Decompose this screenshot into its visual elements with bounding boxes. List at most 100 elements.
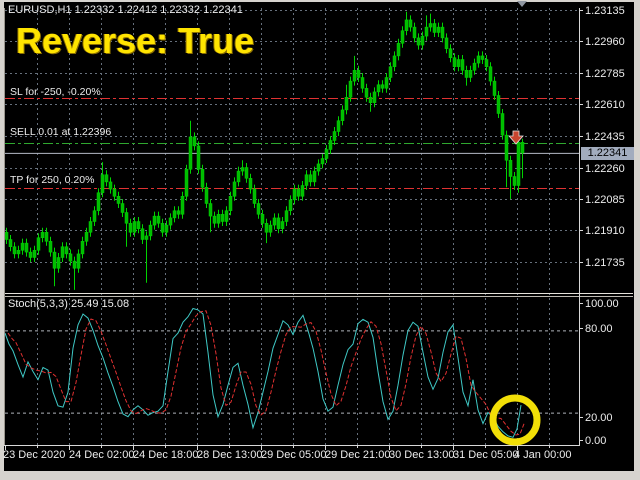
price-axis-label: 1.22435 [585,131,625,143]
candle-body [512,176,517,186]
candle-body [364,88,369,98]
candle-body [8,239,13,247]
candle-body [192,136,197,147]
time-axis-label: 29 Dec 21:00 [325,449,390,461]
candle-body [356,70,361,78]
candle-body [32,250,37,258]
candle-body [272,217,277,226]
candle-body [400,30,405,44]
candle-body [484,59,489,67]
candle-body [452,57,457,67]
sl-line-label: SL for -250, -0.20% [10,86,101,98]
candle-body [116,196,121,204]
candle-body [176,210,181,215]
candle-body [408,19,413,28]
candle-body [388,66,393,78]
candle-body [12,246,17,255]
time-axis-label: 31 Dec 05:00 [453,449,518,461]
candle-body [380,84,385,89]
candle-body [224,210,229,222]
candle-body [328,140,333,150]
stochastic-series [5,307,525,438]
candle-body [48,241,53,253]
time-axis-label: 23 Dec 2020 [3,449,65,461]
reverse-annotation: Reverse: True [16,20,255,61]
time-axis-label: 30 Dec 13:00 [389,449,454,461]
candle-body [392,55,397,67]
candle-body [396,43,401,57]
candle-body [128,223,133,233]
candle-body [200,169,205,188]
candle-body [300,185,305,197]
candle-body [460,59,465,71]
candle-body [236,170,241,183]
candle-body [264,223,269,233]
sell-line-label: SELL 0.01 at 1.22396 [10,126,112,138]
time-axis-label: 4 Jan 00:00 [514,449,572,461]
candle-body [88,221,93,233]
candle-body [168,217,173,226]
indicator-axis-label: 20.00 [585,412,613,424]
candle-body [232,181,237,197]
candle-body [508,160,513,177]
candle-body [24,242,29,253]
price-axis-label: 1.21735 [585,257,625,269]
candle-body [104,174,109,183]
candle-body [492,80,497,96]
candle-body [440,26,445,39]
candle-body [372,91,377,103]
candle-body [304,174,309,186]
price-axis-label: 1.22960 [585,36,625,48]
candle-body [144,235,149,240]
stoch-main-line [5,307,522,438]
candle-body [196,145,201,170]
candle-body [488,66,493,82]
candle-body [276,217,281,229]
chart-canvas[interactable]: 1.23135 1.22960 1.22785 1.22610 1.22435 1.222… [0,0,640,480]
candle-body [212,215,217,224]
candle-body [152,215,157,226]
candle-body [28,251,33,258]
candle-body [436,26,441,33]
candle-body [500,113,505,136]
candle-body [444,37,449,49]
candle-body [432,23,437,33]
candle-body [324,149,329,159]
candle-body [136,221,141,229]
price-axis-label: 1.22260 [585,163,625,175]
candle-body [312,170,317,183]
candle-body [160,223,165,233]
highlight-circle-icon [489,394,541,446]
candle-body [256,203,261,215]
vertical-gridlines [37,8,550,445]
candle-body [284,210,289,222]
candle-body [244,167,249,179]
candle-body [308,174,313,183]
candle-body [348,80,353,98]
candle-body [340,109,345,121]
stoch-signal-line [7,310,525,436]
candle-body [204,187,209,204]
candle-body [416,37,421,46]
candle-body [496,95,501,114]
candle-body [412,26,417,39]
candle-body [140,228,145,240]
candle-body [424,26,429,37]
symbol-info-label: EURUSD,H1 1.22332 1.22412 1.22332 1.2234… [8,4,243,16]
candle-body [36,237,41,251]
candle-body [516,142,521,186]
candle-body [420,35,425,46]
current-price-box: 1.22341 [581,147,634,160]
candle-body [132,221,137,233]
app-window: 1.23135 1.22960 1.22785 1.22610 1.22435 1.222… [0,0,640,480]
candle-body [468,70,473,78]
candle-body [208,203,213,217]
candle-body [72,260,77,269]
candle-body [92,210,97,222]
chart-shift-icon [517,1,527,7]
candle-body [472,62,477,71]
candle-body [108,181,113,190]
price-axis-label: 1.23135 [585,5,625,17]
candle-body [100,174,105,193]
indicator-axis-label: 100.00 [585,298,619,310]
